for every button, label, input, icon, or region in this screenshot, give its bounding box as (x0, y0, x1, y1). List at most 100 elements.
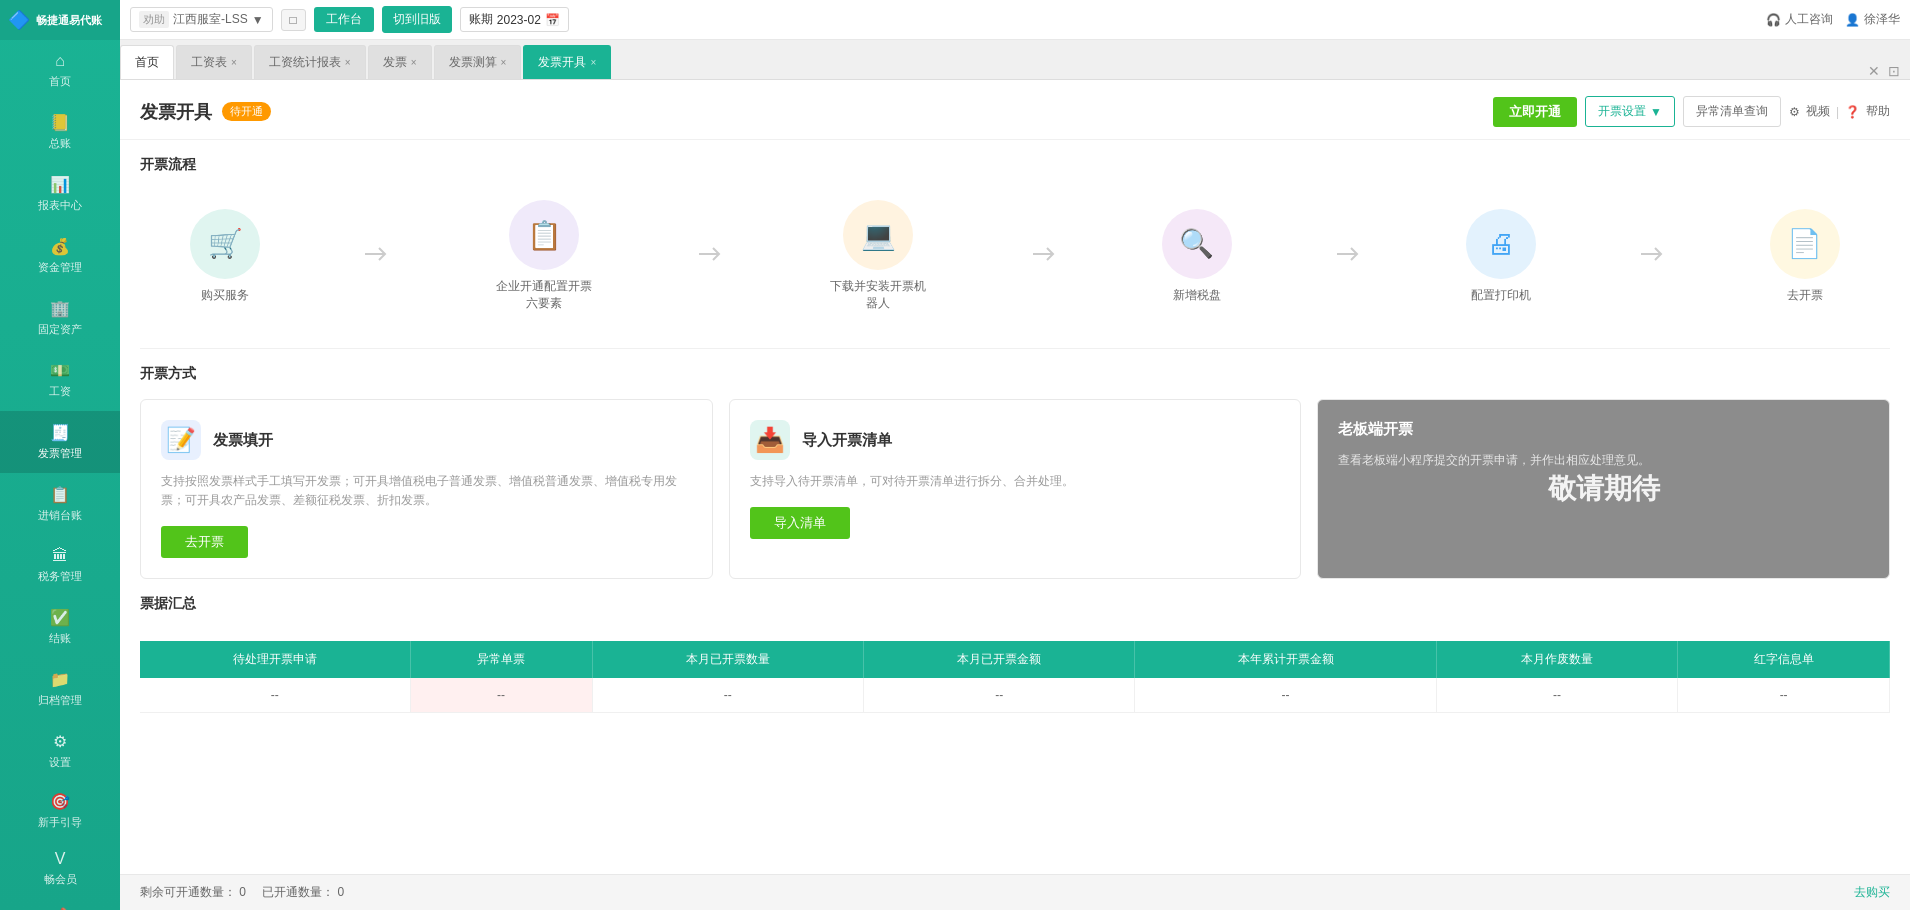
sidebar-item-结账[interactable]: ✅结账 (0, 596, 120, 658)
sidebar-item-固定资产[interactable]: 🏢固定资产 (0, 287, 120, 349)
sidebar-label: 进销台账 (38, 508, 82, 523)
ticket-settings-button[interactable]: 开票设置 ▼ (1585, 96, 1675, 127)
bottom-icon: V (55, 850, 66, 868)
sidebar-item-工资[interactable]: 💵工资 (0, 349, 120, 411)
summary-header: 待处理开票申请 (140, 641, 410, 678)
summary-title: 票据汇总 (140, 595, 1890, 625)
tab-close-icon[interactable]: × (411, 57, 417, 68)
method-cards: 📝 发票填开 支持按照发票样式手工填写开发票；可开具增值税电子普通发票、增值税普… (140, 399, 1890, 579)
table-cell: -- (592, 678, 863, 713)
abnormal-list-button[interactable]: 异常清单查询 (1683, 96, 1781, 127)
tab-close-icon[interactable]: × (501, 57, 507, 68)
tab-label: 发票 (383, 54, 407, 71)
sidebar-icon: 🏛 (52, 547, 68, 565)
immediate-open-button[interactable]: 立即开通 (1493, 97, 1577, 127)
tab-label: 工资统计报表 (269, 54, 341, 71)
sidebar-icon: 🧾 (50, 423, 70, 442)
close-window-icon[interactable]: ✕ (1868, 63, 1880, 79)
tab-工资统计报表[interactable]: 工资统计报表 × (254, 45, 366, 79)
bottom-bar: 剩余可开通数量： 0 已开通数量： 0 去购买 (120, 874, 1910, 910)
card-desc: 支持导入待开票清单，可对待开票清单进行拆分、合并处理。 (750, 472, 1281, 491)
table-cell: -- (410, 678, 592, 713)
summary-header: 红字信息单 (1678, 641, 1890, 678)
flow-step-2: 💻 下载并安装开票机器人 (828, 200, 928, 312)
tab-close-icon[interactable]: × (231, 57, 237, 68)
sidebar-item-总账[interactable]: 📒总账 (0, 101, 120, 163)
flow-title: 开票流程 (140, 156, 1890, 174)
sidebar-label: 资金管理 (38, 260, 82, 275)
step-label: 购买服务 (201, 287, 249, 304)
tab-首页[interactable]: 首页 (120, 45, 174, 79)
remaining-value: 0 (239, 885, 246, 899)
card-title: 导入开票清单 (802, 431, 892, 450)
sidebar-label: 税务管理 (38, 569, 82, 584)
remaining-label: 剩余可开通数量： 0 (140, 884, 246, 901)
restore-window-icon[interactable]: ⊡ (1888, 63, 1900, 79)
switch-old-button[interactable]: 切到旧版 (382, 6, 452, 33)
tab-发票测算[interactable]: 发票测算 × (434, 45, 522, 79)
user-profile[interactable]: 👤 徐泽华 (1845, 11, 1900, 28)
header-actions: 立即开通 开票设置 ▼ 异常清单查询 ⚙ 视频 | ❓ 帮助 (1493, 96, 1890, 127)
settings-dropdown-icon: ▼ (1650, 105, 1662, 119)
card-header: 📝 发票填开 (161, 420, 692, 460)
sidebar-bottom-新手引导[interactable]: 🎯新手引导 (0, 782, 120, 840)
sidebar-item-发票管理[interactable]: 🧾发票管理 (0, 411, 120, 473)
sidebar-item-进销台账[interactable]: 📋 进销台账 (0, 473, 120, 535)
tab-发票开具[interactable]: 发票开具 × (523, 45, 611, 79)
sidebar: 🔷 畅捷通易代账 ⌂首页📒总账📊报表中心💰资金管理🏢固定资产💵工资🧾发票管理 📋 进… (0, 0, 120, 910)
method-title: 开票方式 (140, 365, 1890, 383)
period-value: 2023-02 (497, 13, 541, 27)
period-selector[interactable]: 账期 2023-02 📅 (460, 7, 569, 32)
service-button[interactable]: 🎧 人工咨询 (1766, 11, 1833, 28)
summary-header: 异常单票 (410, 641, 592, 678)
table-row: -------------- (140, 678, 1890, 713)
opened-value: 0 (337, 885, 344, 899)
sidebar-pin[interactable]: 📌 取消固定 (0, 897, 120, 910)
sidebar-icon: 📁 (50, 670, 70, 689)
tab-label: 发票测算 (449, 54, 497, 71)
tab-close-icon[interactable]: × (345, 57, 351, 68)
sidebar-item-资金管理[interactable]: 💰资金管理 (0, 225, 120, 287)
card-action-button[interactable]: 导入清单 (750, 507, 850, 539)
sidebar-label: 固定资产 (38, 322, 82, 337)
logo-icon: 🔷 (8, 9, 30, 31)
table-cell: -- (863, 678, 1134, 713)
sidebar-item-归档管理[interactable]: 📁归档管理 (0, 658, 120, 720)
workstation-button[interactable]: 工作台 (314, 7, 374, 32)
tab-工资表[interactable]: 工资表 × (176, 45, 252, 79)
sidebar-bottom-畅会员[interactable]: V 畅会员 (0, 840, 120, 897)
topbar-right: 🎧 人工咨询 👤 徐泽华 (1766, 11, 1900, 28)
card-action-button[interactable]: 去开票 (161, 526, 248, 558)
sidebar-item-首页[interactable]: ⌂首页 (0, 40, 120, 101)
flow-step-0: 🛒 购买服务 (190, 209, 260, 304)
sidebar-bottom: 🎯新手引导 V 畅会员 📌 取消固定 (0, 782, 120, 910)
tabbar: 首页工资表 ×工资统计报表 ×发票 ×发票测算 ×发票开具 × ✕ ⊡ (120, 40, 1910, 80)
method-card-fill: 📝 发票填开 支持按照发票样式手工填写开发票；可开具增值税电子普通发票、增值税普… (140, 399, 713, 579)
sidebar-item-设置[interactable]: ⚙设置 (0, 720, 120, 782)
sidebar-item-税务管理[interactable]: 🏛 税务管理 (0, 535, 120, 596)
topbar-left: 劝助 江西服室-LSS ▼ □ 工作台 切到旧版 账期 2023-02 📅 (130, 6, 569, 33)
bottom-label: 畅会员 (44, 872, 77, 887)
sidebar-logo: 🔷 畅捷通易代账 (0, 0, 120, 40)
sidebar-label: 工资 (49, 384, 71, 399)
sidebar-item-报表中心[interactable]: 📊报表中心 (0, 163, 120, 225)
copy-button[interactable]: □ (281, 9, 306, 31)
sidebar-icon: 📊 (50, 175, 70, 194)
flow-arrow (1033, 246, 1057, 267)
method-section: 开票方式 📝 发票填开 支持按照发票样式手工填写开发票；可开具增值税电子普通发票… (120, 349, 1910, 595)
user-avatar-icon: 👤 (1845, 13, 1860, 27)
settings-label: 开票设置 (1598, 103, 1646, 120)
company-selector[interactable]: 劝助 江西服室-LSS ▼ (130, 7, 273, 32)
bottom-label: 新手引导 (38, 815, 82, 830)
step-label: 企业开通配置开票六要素 (494, 278, 594, 312)
sidebar-icon: ✅ (50, 608, 70, 627)
step-label: 下载并安装开票机器人 (828, 278, 928, 312)
buy-link[interactable]: 去购买 (1854, 884, 1890, 901)
tab-发票[interactable]: 发票 × (368, 45, 432, 79)
headset-icon: 🎧 (1766, 13, 1781, 27)
page-content: 发票开具 待开通 立即开通 开票设置 ▼ 异常清单查询 ⚙ 视频 | ❓ 帮助 (120, 80, 1910, 874)
sidebar-icon: 📋 (50, 485, 70, 504)
sidebar-label: 设置 (49, 755, 71, 770)
coming-soon-text: 敬请期待 (1548, 470, 1660, 508)
tab-close-icon[interactable]: × (590, 57, 596, 68)
